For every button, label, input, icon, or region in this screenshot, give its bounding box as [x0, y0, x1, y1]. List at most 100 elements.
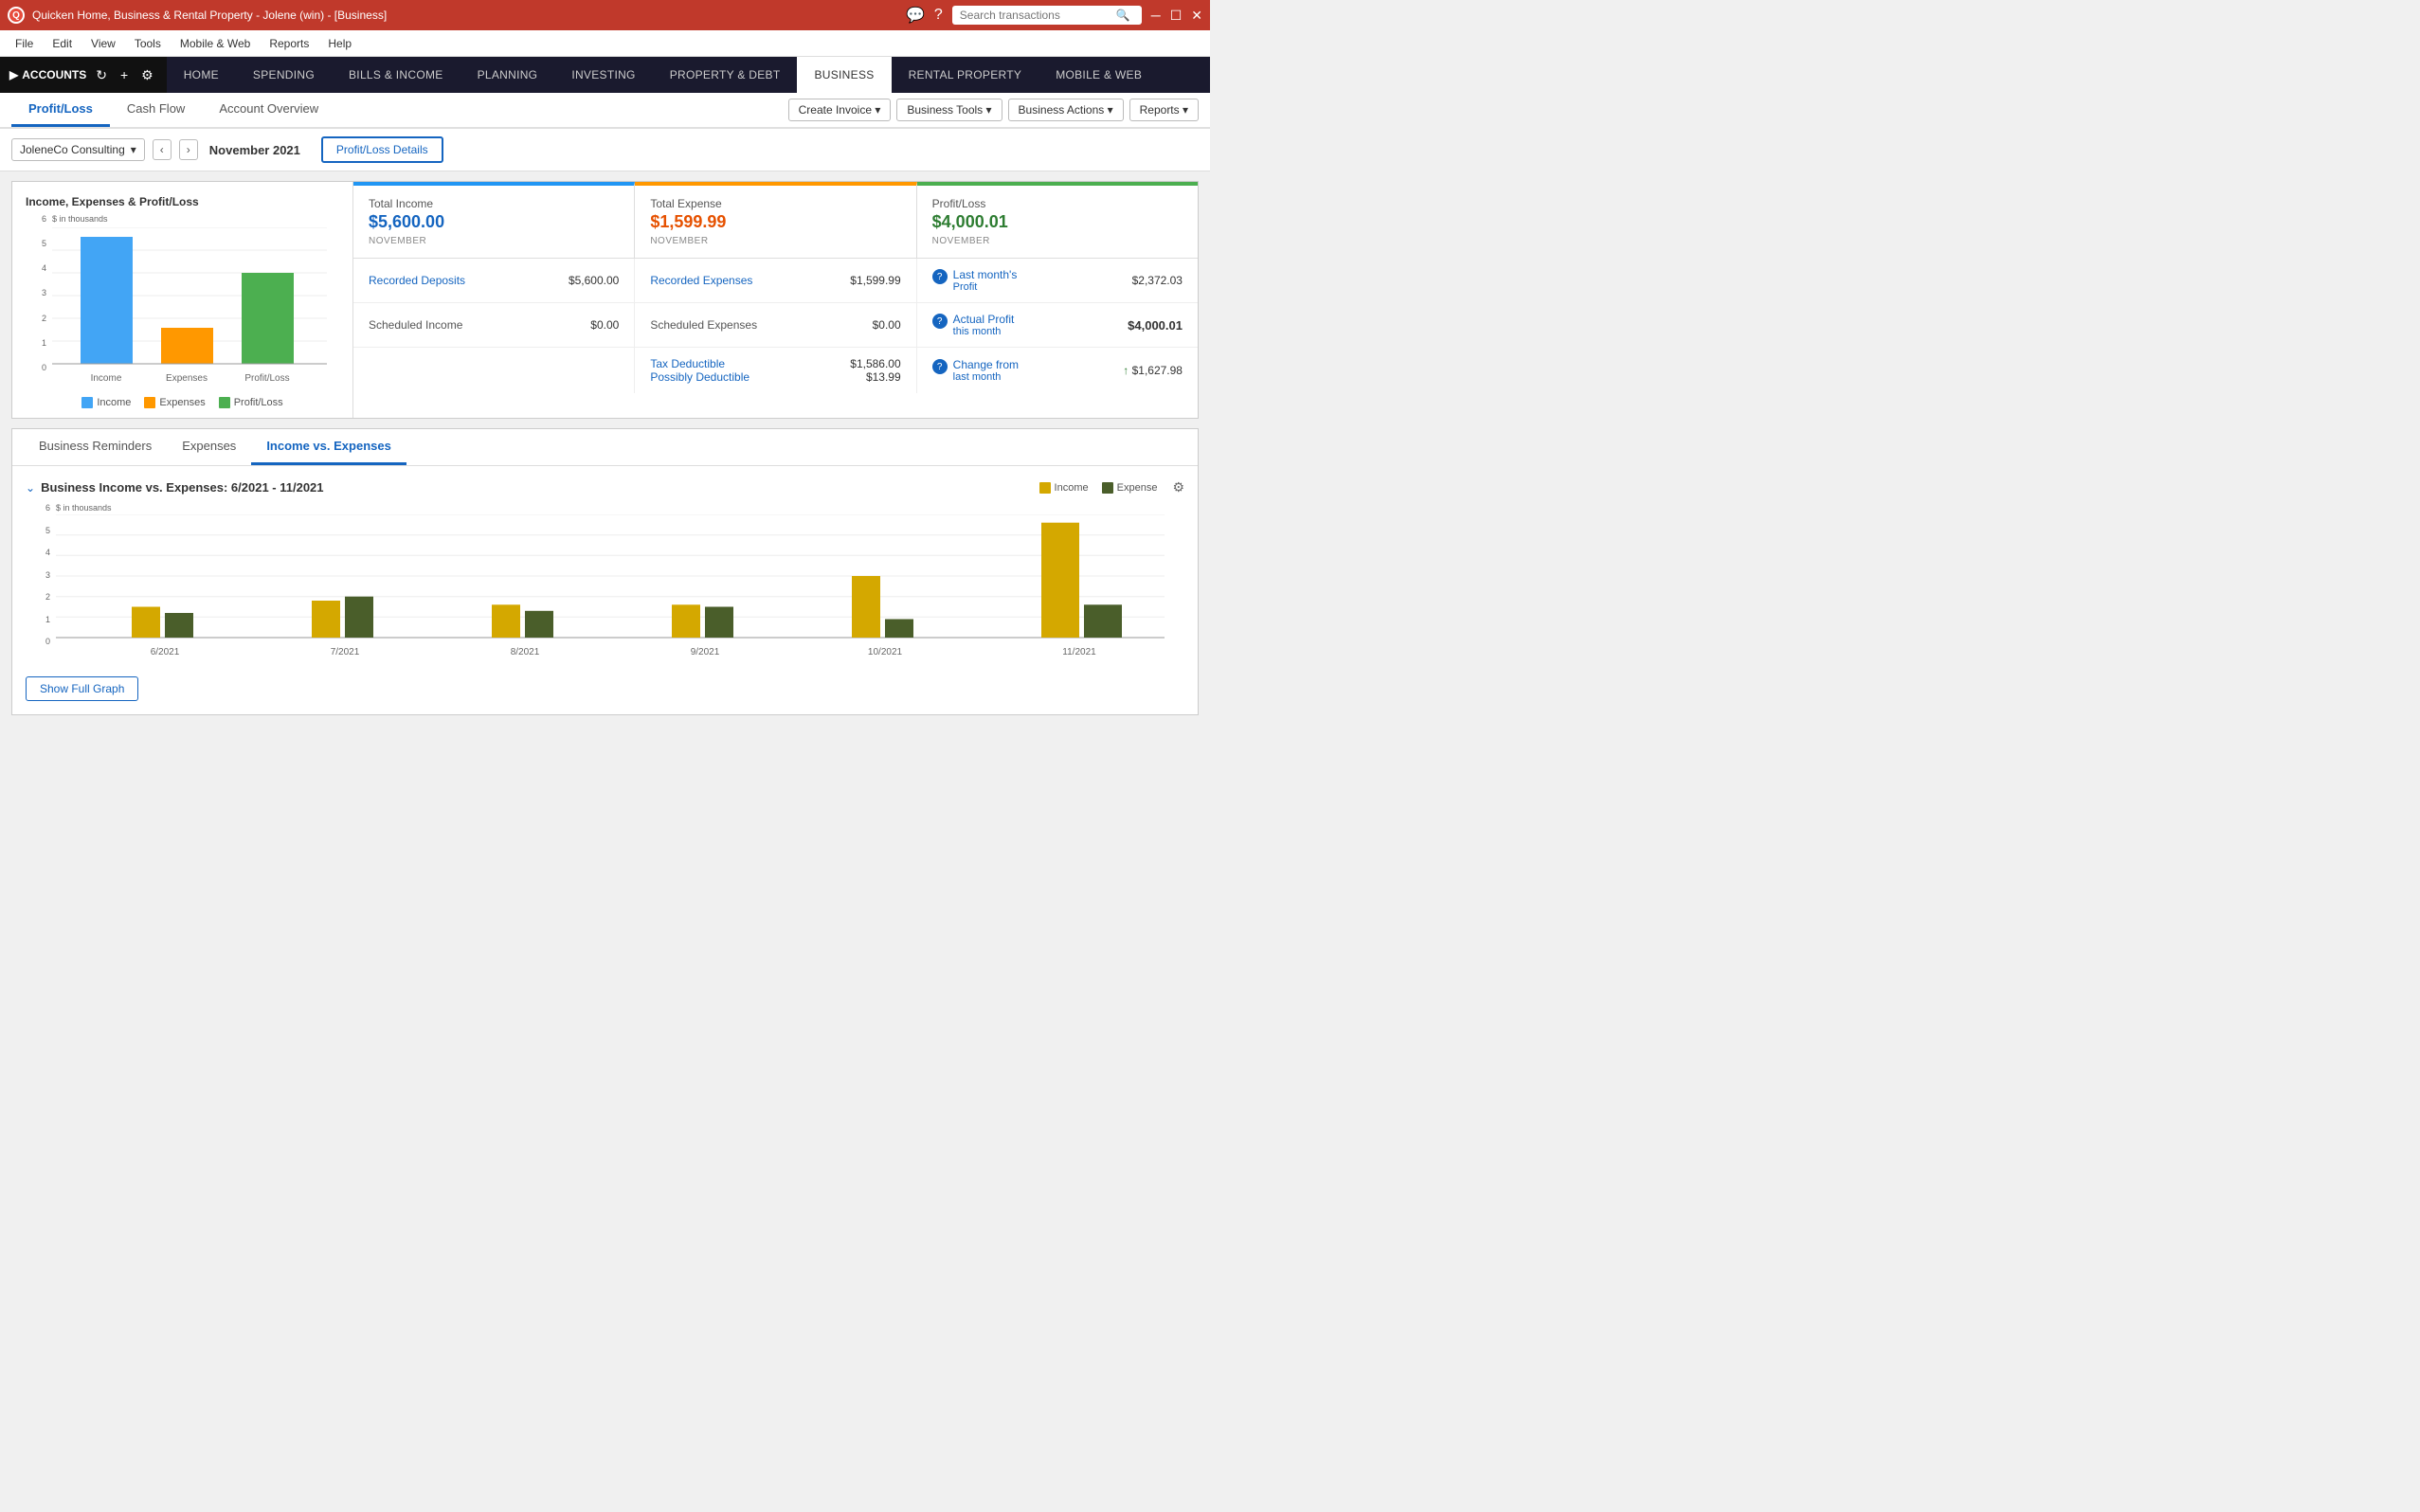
titlebar: Q Quicken Home, Business & Rental Proper…	[0, 0, 1210, 30]
chart2-gear-icon[interactable]: ⚙	[1172, 479, 1184, 495]
restore-btn[interactable]: ☐	[1170, 8, 1183, 24]
actual-profit-help-icon[interactable]: ?	[932, 314, 948, 329]
search-box[interactable]: 🔍	[952, 6, 1142, 25]
y2-tick-0: 0	[26, 637, 50, 646]
chart2-yaxis: 6 5 4 3 2 1 0	[26, 503, 50, 646]
add-icon[interactable]: +	[117, 65, 132, 84]
svg-text:Income: Income	[91, 373, 122, 384]
company-dropdown-icon: ▾	[131, 143, 136, 156]
tab-cash-flow[interactable]: Cash Flow	[110, 93, 202, 127]
last-month-help-icon[interactable]: ?	[932, 269, 948, 284]
menu-edit[interactable]: Edit	[45, 33, 80, 54]
nav-spending[interactable]: SPENDING	[236, 57, 332, 93]
y-tick-0: 0	[26, 363, 46, 372]
business-tools-btn[interactable]: Business Tools ▾	[896, 99, 1002, 121]
bar-8-2021-expense	[525, 611, 553, 638]
last-month-profit-label: Last month's	[953, 268, 1018, 281]
menu-tools[interactable]: Tools	[127, 33, 169, 54]
app-logo: Q	[8, 7, 25, 24]
up-arrow-icon: ↑	[1123, 364, 1131, 377]
toolbar: JoleneCo Consulting ▾ ‹ › November 2021 …	[0, 129, 1210, 171]
company-selector[interactable]: JoleneCo Consulting ▾	[11, 138, 145, 161]
income-bar	[81, 237, 133, 364]
total-expense-amount: $1,599.99	[650, 212, 900, 232]
svg-text:8/2021: 8/2021	[511, 647, 540, 657]
bar-10-2021-expense	[885, 620, 913, 639]
search-input[interactable]	[960, 9, 1111, 22]
total-expense-period: NOVEMBER	[650, 236, 900, 246]
nav-home[interactable]: HOME	[167, 57, 236, 93]
summary-panels: Total Income $5,600.00 NOVEMBER Total Ex…	[353, 182, 1198, 418]
nav-planning[interactable]: PLANNING	[461, 57, 555, 93]
refresh-icon[interactable]: ↻	[92, 65, 111, 85]
recorded-expenses-link[interactable]: Recorded Expenses	[650, 274, 752, 287]
scheduled-expenses-label: Scheduled Expenses	[650, 318, 757, 332]
collapse-icon[interactable]: ⌄	[26, 481, 35, 495]
nav-investing[interactable]: INVESTING	[554, 57, 652, 93]
chart2-ylabel: $ in thousands	[56, 503, 1184, 513]
chart2-header-right: Income Expense ⚙	[1039, 479, 1184, 495]
bottom-tabs: Business Reminders Expenses Income vs. E…	[12, 429, 1198, 466]
possibly-deductible-link[interactable]: Possibly Deductible	[650, 370, 749, 384]
message-icon[interactable]: 💬	[906, 6, 925, 25]
create-invoice-btn[interactable]: Create Invoice ▾	[788, 99, 892, 121]
nav-rental-property[interactable]: RENTAL PROPERTY	[892, 57, 1039, 93]
next-month-btn[interactable]: ›	[179, 139, 198, 160]
possibly-deductible-amount: $13.99	[866, 370, 901, 384]
scheduled-income-cell: Scheduled Income $0.00	[353, 303, 635, 347]
reports-btn[interactable]: Reports ▾	[1129, 99, 1199, 121]
chart1-title: Income, Expenses & Profit/Loss	[26, 195, 339, 208]
show-full-graph-btn[interactable]: Show Full Graph	[26, 676, 138, 701]
help-icon[interactable]: ?	[934, 7, 943, 24]
nav-mobile-web[interactable]: MOBILE & WEB	[1038, 57, 1159, 93]
chart1-legend: Income Expenses Profit/Loss	[26, 397, 339, 408]
y-tick-2: 2	[26, 314, 46, 323]
recorded-deposits-link[interactable]: Recorded Deposits	[369, 274, 465, 287]
last-month-profit-label-group: Last month's Profit	[953, 268, 1018, 293]
menu-file[interactable]: File	[8, 33, 41, 54]
svg-text:6/2021: 6/2021	[151, 647, 180, 657]
total-expense-label: Total Expense	[650, 197, 900, 210]
legend-expenses-label: Expenses	[159, 397, 205, 408]
titlebar-right: 💬 ? 🔍 ─ ☐ ✕	[906, 6, 1202, 25]
menu-mobile-web[interactable]: Mobile & Web	[172, 33, 258, 54]
y2-tick-1: 1	[26, 615, 50, 624]
profit-loss-amount: $4,000.01	[932, 212, 1183, 232]
total-income-period: NOVEMBER	[369, 236, 619, 246]
chart2-header: ⌄ Business Income vs. Expenses: 6/2021 -…	[26, 479, 1184, 495]
menu-view[interactable]: View	[83, 33, 123, 54]
accounts-nav[interactable]: ▶ ACCOUNTS	[9, 68, 86, 81]
chart2-area: ⌄ Business Income vs. Expenses: 6/2021 -…	[12, 466, 1198, 714]
y-tick-6: 6	[26, 214, 46, 224]
tab-business-reminders[interactable]: Business Reminders	[24, 429, 167, 465]
tab-expenses[interactable]: Expenses	[167, 429, 251, 465]
nav-business[interactable]: BUSINESS	[797, 57, 891, 93]
tax-deductible-link[interactable]: Tax Deductible	[650, 357, 749, 370]
business-actions-btn[interactable]: Business Actions ▾	[1008, 99, 1124, 121]
actual-profit-cell: ? Actual Profit this month $4,000.01	[917, 303, 1198, 347]
prev-month-btn[interactable]: ‹	[153, 139, 172, 160]
main-content: Income, Expenses & Profit/Loss 6 5 4 3 2…	[0, 171, 1210, 725]
tab-profit-loss[interactable]: Profit/Loss	[11, 93, 110, 127]
y-tick-4: 4	[26, 263, 46, 273]
total-income-label: Total Income	[369, 197, 619, 210]
change-last-month-help-icon[interactable]: ?	[932, 359, 948, 374]
settings-icon[interactable]: ⚙	[137, 65, 157, 85]
change-last-month-amount: ↑ $1,627.98	[1123, 364, 1183, 377]
minimize-btn[interactable]: ─	[1151, 8, 1161, 23]
chart2-title-row: ⌄ Business Income vs. Expenses: 6/2021 -…	[26, 480, 324, 495]
bar-8-2021-income	[492, 604, 520, 638]
chart2-legend: Income Expense	[1039, 482, 1158, 494]
tab-income-vs-expenses[interactable]: Income vs. Expenses	[251, 429, 406, 465]
close-btn[interactable]: ✕	[1191, 8, 1202, 24]
nav-bills-income[interactable]: BILLS & INCOME	[332, 57, 461, 93]
menu-reports[interactable]: Reports	[262, 33, 316, 54]
menu-help[interactable]: Help	[320, 33, 359, 54]
tab-account-overview[interactable]: Account Overview	[202, 93, 335, 127]
nav-property-debt[interactable]: PROPERTY & DEBT	[653, 57, 798, 93]
tax-deductible-amounts: $1,586.00 $13.99	[850, 357, 900, 384]
actual-profit-label-group: Actual Profit this month	[953, 313, 1015, 337]
profit-loss-details-btn[interactable]: Profit/Loss Details	[321, 136, 443, 163]
empty-cell	[353, 348, 635, 393]
search-icon: 🔍	[1116, 9, 1130, 22]
